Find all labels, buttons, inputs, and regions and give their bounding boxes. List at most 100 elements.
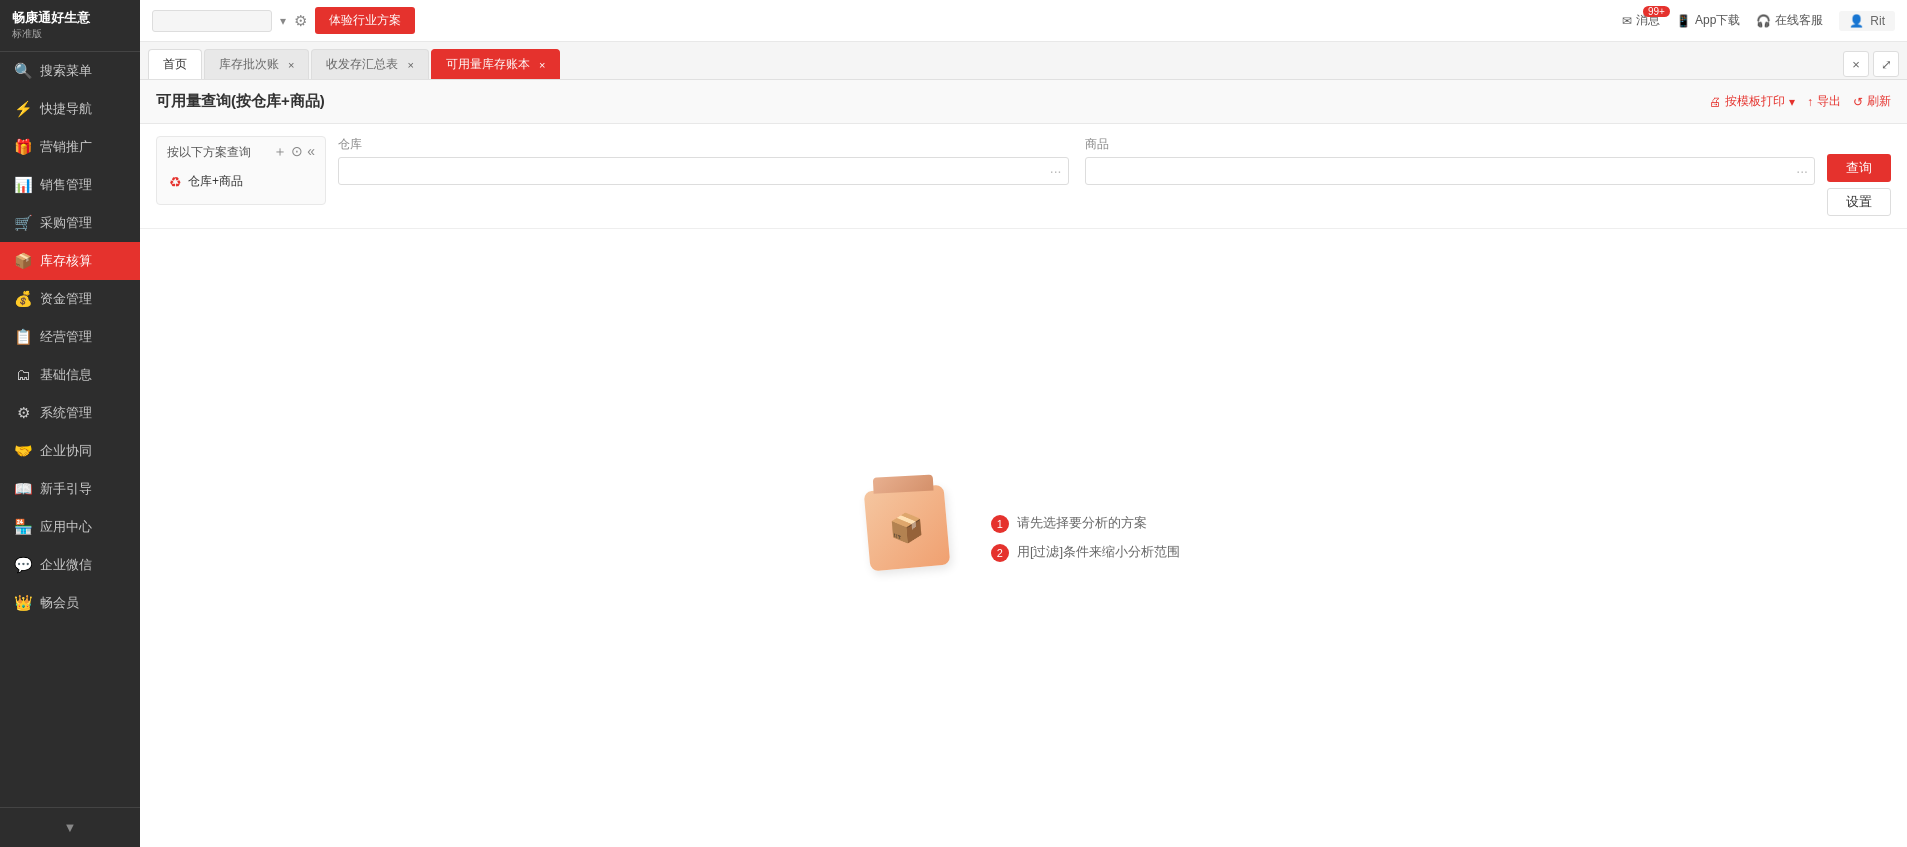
warehouse-filter-group: 仓库 ··· xyxy=(338,136,1069,185)
product-filter-group: 商品 ··· xyxy=(1085,136,1816,185)
sidebar-scroll-down[interactable]: ▼ xyxy=(0,816,140,839)
add-scheme-icon[interactable]: ＋ xyxy=(273,143,287,161)
warehouse-input[interactable] xyxy=(345,164,1046,178)
sidebar-icon-purchase: 🛒 xyxy=(14,214,32,232)
empty-hint-2: 2 用[过滤]条件来缩小分析范围 xyxy=(991,543,1180,562)
sidebar-label-marketing: 营销推广 xyxy=(40,138,92,156)
close-all-button[interactable]: × xyxy=(1843,51,1869,77)
sidebar-item-system[interactable]: ⚙ 系统管理 xyxy=(0,394,140,432)
empty-state-content: 📦 1 请先选择要分析的方案 2 用[过滤]条件来缩小分析范围 xyxy=(867,488,1180,588)
dropdown-icon[interactable]: ▾ xyxy=(280,14,286,28)
scheme-item-warehouse-product[interactable]: ♻ 仓库+商品 xyxy=(157,167,325,196)
refresh-icon: ↺ xyxy=(1853,95,1863,109)
tab-home[interactable]: 首页 xyxy=(148,49,202,79)
sidebar-item-appstore[interactable]: 🏪 应用中心 xyxy=(0,508,140,546)
refresh-label: 刷新 xyxy=(1867,93,1891,110)
sidebar-icon-basics: 🗂 xyxy=(14,366,32,383)
refresh-button[interactable]: ↺ 刷新 xyxy=(1853,93,1891,110)
tab-label-home: 首页 xyxy=(163,56,187,73)
app-title: 畅康通好生意 xyxy=(12,10,128,27)
online-service-label: 在线客服 xyxy=(1775,12,1823,29)
tab-close-summary[interactable]: × xyxy=(407,59,413,71)
collapse-scheme-icon[interactable]: « xyxy=(307,143,315,161)
sidebar-icon-finance: 💰 xyxy=(14,290,32,308)
sidebar-label-enterprise: 企业协同 xyxy=(40,442,92,460)
sidebar-item-newbie[interactable]: 📖 新手引导 xyxy=(0,470,140,508)
page-actions: 🖨 按模板打印 ▾ ↑ 导出 ↺ 刷新 xyxy=(1709,93,1891,110)
app-download-label: App下载 xyxy=(1695,12,1740,29)
query-button[interactable]: 查询 xyxy=(1827,154,1891,182)
print-button[interactable]: 🖨 按模板打印 ▾ xyxy=(1709,93,1795,110)
topbar: ▾ ⚙ 体验行业方案 ✉ 消息 99+ 📱 App下载 🎧 在线客服 👤 Rit xyxy=(140,0,1907,42)
sidebar-label-newbie: 新手引导 xyxy=(40,480,92,498)
sidebar-icon-marketing: 🎁 xyxy=(14,138,32,156)
tabbar-actions: × ⤢ xyxy=(1843,51,1907,79)
scheme-panel: 按以下方案查询 ＋ ⊙ « ♻ 仓库+商品 xyxy=(156,136,326,205)
export-button[interactable]: ↑ 导出 xyxy=(1807,93,1841,110)
sidebar-item-basics[interactable]: 🗂 基础信息 xyxy=(0,356,140,394)
tab-available[interactable]: 可用量库存账本 × xyxy=(431,49,560,79)
warehouse-input-wrapper: ··· xyxy=(338,157,1069,185)
settings-scheme-icon[interactable]: ⊙ xyxy=(291,143,303,161)
message-icon: ✉ xyxy=(1622,14,1632,28)
export-icon: ↑ xyxy=(1807,95,1813,109)
headset-icon: 🎧 xyxy=(1756,14,1771,28)
empty-box: 📦 xyxy=(864,485,951,572)
trial-button[interactable]: 体验行业方案 xyxy=(315,7,415,34)
sidebar-icon-shortcut: ⚡ xyxy=(14,100,32,118)
sidebar-icon-system: ⚙ xyxy=(14,404,32,422)
hint-num-1: 1 xyxy=(991,515,1009,533)
avatar: 👤 xyxy=(1849,14,1864,28)
sidebar-label-appstore: 应用中心 xyxy=(40,518,92,536)
gear-icon[interactable]: ⚙ xyxy=(294,12,307,30)
sidebar-icon-member: 👑 xyxy=(14,594,32,612)
sidebar-icon-inventory: 📦 xyxy=(14,252,32,270)
tab-close-batch[interactable]: × xyxy=(288,59,294,71)
sidebar-icon-enterprise: 🤝 xyxy=(14,442,32,460)
sidebar-item-search[interactable]: 🔍 搜索菜单 xyxy=(0,52,140,90)
sidebar-label-purchase: 采购管理 xyxy=(40,214,92,232)
sidebar-item-enterprise[interactable]: 🤝 企业协同 xyxy=(0,432,140,470)
sidebar-item-wechat[interactable]: 💬 企业微信 xyxy=(0,546,140,584)
sidebar-label-member: 畅会员 xyxy=(40,594,79,612)
user-menu[interactable]: 👤 Rit xyxy=(1839,11,1895,31)
sidebar-item-inventory[interactable]: 📦 库存核算 xyxy=(0,242,140,280)
warehouse-more-icon[interactable]: ··· xyxy=(1050,163,1062,179)
empty-state: 📦 1 请先选择要分析的方案 2 用[过滤]条件来缩小分析范围 xyxy=(140,229,1907,847)
username: Rit xyxy=(1870,14,1885,28)
online-service-button[interactable]: 🎧 在线客服 xyxy=(1756,12,1823,29)
message-button[interactable]: ✉ 消息 99+ xyxy=(1622,12,1660,29)
hint-text-1: 请先选择要分析的方案 xyxy=(1017,514,1147,532)
phone-icon: 📱 xyxy=(1676,14,1691,28)
sidebar-item-operations[interactable]: 📋 经营管理 xyxy=(0,318,140,356)
tab-batch[interactable]: 库存批次账× xyxy=(204,49,309,79)
tab-label-available: 可用量库存账本 xyxy=(446,56,530,73)
scheme-item-label: 仓库+商品 xyxy=(188,173,243,190)
tab-close-available[interactable]: × xyxy=(539,59,545,71)
settings-button[interactable]: 设置 xyxy=(1827,188,1891,216)
print-dropdown-icon[interactable]: ▾ xyxy=(1789,95,1795,109)
sidebar-item-shortcut[interactable]: ⚡ 快捷导航 xyxy=(0,90,140,128)
sidebar-item-finance[interactable]: 💰 资金管理 xyxy=(0,280,140,318)
product-filter-label: 商品 xyxy=(1085,136,1816,153)
sidebar-icon-sales: 📊 xyxy=(14,176,32,194)
tab-summary[interactable]: 收发存汇总表× xyxy=(311,49,428,79)
sidebar-item-purchase[interactable]: 🛒 采购管理 xyxy=(0,204,140,242)
query-area: 按以下方案查询 ＋ ⊙ « ♻ 仓库+商品 仓库 xyxy=(140,124,1907,229)
sidebar-item-member[interactable]: 👑 畅会员 xyxy=(0,584,140,622)
hint-text-2: 用[过滤]条件来缩小分析范围 xyxy=(1017,543,1180,561)
sidebar-item-marketing[interactable]: 🎁 营销推广 xyxy=(0,128,140,166)
sidebar-bottom: ▼ xyxy=(0,807,140,847)
content-area: 可用量查询(按仓库+商品) 🖨 按模板打印 ▾ ↑ 导出 ↺ 刷新 xyxy=(140,80,1907,847)
message-badge: 99+ xyxy=(1643,6,1670,17)
expand-button[interactable]: ⤢ xyxy=(1873,51,1899,77)
search-input[interactable] xyxy=(152,10,272,32)
product-input-wrapper: ··· xyxy=(1085,157,1816,185)
product-input[interactable] xyxy=(1092,164,1793,178)
page-title: 可用量查询(按仓库+商品) xyxy=(156,92,325,111)
sidebar-icon-operations: 📋 xyxy=(14,328,32,346)
product-more-icon[interactable]: ··· xyxy=(1796,163,1808,179)
sidebar-item-sales[interactable]: 📊 销售管理 xyxy=(0,166,140,204)
main-area: ▾ ⚙ 体验行业方案 ✉ 消息 99+ 📱 App下载 🎧 在线客服 👤 Rit xyxy=(140,0,1907,847)
app-download-button[interactable]: 📱 App下载 xyxy=(1676,12,1740,29)
